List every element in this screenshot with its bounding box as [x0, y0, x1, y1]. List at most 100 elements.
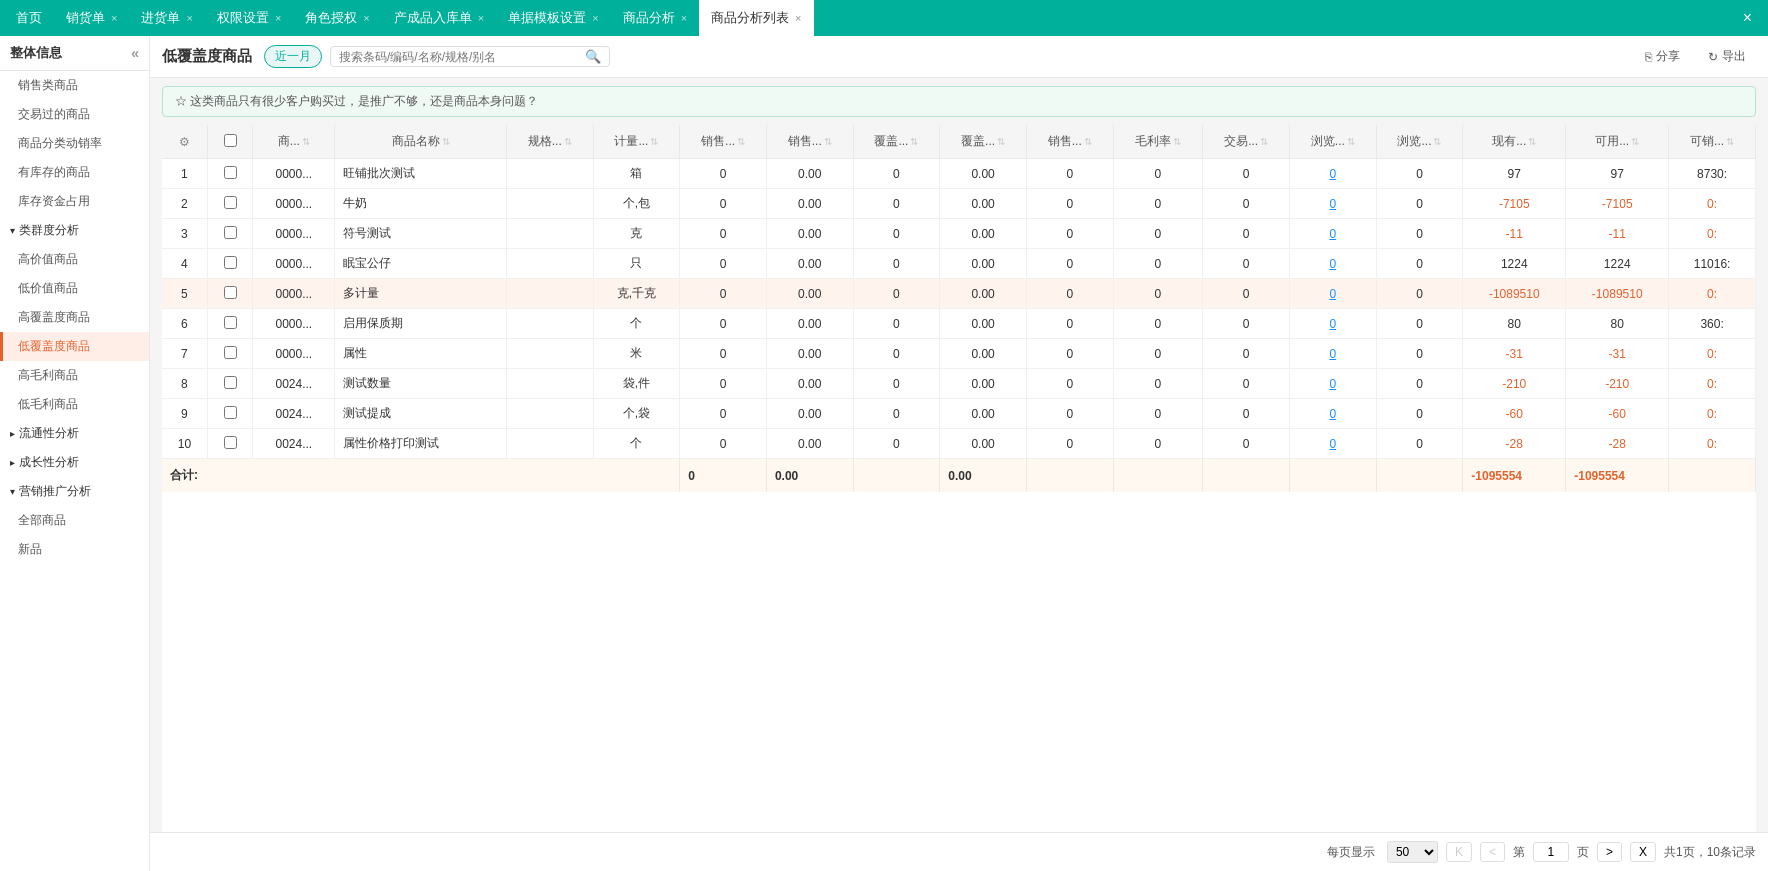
col-gross-rate[interactable]: 毛利率⇅: [1113, 125, 1203, 159]
sidebar-group-growth[interactable]: ▸ 成长性分析: [0, 448, 149, 477]
row-index: 8: [162, 369, 207, 399]
table-row: 7 0000... 属性 米 0 0.00 0 0.00 0 0 0 0 0 -…: [162, 339, 1756, 369]
row-checkbox[interactable]: [207, 249, 253, 279]
row-checkbox[interactable]: [207, 429, 253, 459]
sidebar-item-sales-products[interactable]: 销售类商品: [0, 71, 149, 100]
row-checkbox[interactable]: [207, 189, 253, 219]
col-sales-qty[interactable]: 销售...⇅: [680, 125, 767, 159]
col-available[interactable]: 可用...⇅: [1566, 125, 1669, 159]
row-browse1[interactable]: 0: [1289, 429, 1376, 459]
export-button[interactable]: ↻ 导出: [1698, 44, 1756, 69]
prev-page-button[interactable]: <: [1480, 842, 1505, 862]
col-unit[interactable]: 计量...⇅: [593, 125, 680, 159]
col-current[interactable]: 现有...⇅: [1463, 125, 1566, 159]
sidebar-item-high-value[interactable]: 高价值商品: [0, 245, 149, 274]
last-page-button[interactable]: X: [1630, 842, 1656, 862]
col-settings[interactable]: ⚙: [162, 125, 207, 159]
row-checkbox[interactable]: [207, 339, 253, 369]
col-sales3[interactable]: 销售...⇅: [1026, 125, 1113, 159]
nav-product-in[interactable]: 产成品入库单 ×: [382, 0, 496, 36]
nav-product-analysis-list[interactable]: 商品分析列表 ×: [699, 0, 813, 36]
row-checkbox[interactable]: [207, 399, 253, 429]
sidebar-group-flow[interactable]: ▸ 流通性分析: [0, 419, 149, 448]
col-sellable[interactable]: 可销...⇅: [1669, 125, 1756, 159]
row-checkbox[interactable]: [207, 369, 253, 399]
nav-template[interactable]: 单据模板设置 ×: [496, 0, 610, 36]
close-icon[interactable]: ×: [795, 12, 801, 24]
col-browse2[interactable]: 浏览...⇅: [1376, 125, 1463, 159]
close-icon[interactable]: ×: [363, 12, 369, 24]
search-icon[interactable]: 🔍: [585, 49, 601, 64]
sidebar-item-high-coverage[interactable]: 高覆盖度商品: [0, 303, 149, 332]
first-page-button[interactable]: K: [1446, 842, 1472, 862]
page-size-select[interactable]: 50 10 20 100: [1387, 841, 1438, 863]
sidebar-toggle-button[interactable]: «: [131, 45, 139, 61]
search-input[interactable]: [339, 50, 585, 64]
sidebar-item-low-coverage[interactable]: 低覆盖度商品: [0, 332, 149, 361]
nav-home[interactable]: 首页: [4, 0, 54, 36]
sidebar-item-low-value[interactable]: 低价值商品: [0, 274, 149, 303]
close-icon[interactable]: ×: [478, 12, 484, 24]
col-spec[interactable]: 规格...⇅: [506, 125, 593, 159]
row-current: -31: [1463, 339, 1566, 369]
date-filter-button[interactable]: 近一月: [264, 45, 322, 68]
row-checkbox[interactable]: [207, 279, 253, 309]
close-icon[interactable]: ×: [592, 12, 598, 24]
row-code: 0000...: [253, 219, 335, 249]
close-icon[interactable]: ×: [111, 12, 117, 24]
row-browse1[interactable]: 0: [1289, 339, 1376, 369]
select-all-checkbox[interactable]: [224, 134, 237, 147]
row-cover2: 0.00: [940, 429, 1027, 459]
row-browse1[interactable]: 0: [1289, 189, 1376, 219]
row-checkbox[interactable]: [207, 159, 253, 189]
row-spec: [506, 219, 593, 249]
col-code[interactable]: 商...⇅: [253, 125, 335, 159]
sidebar-item-traded-products[interactable]: 交易过的商品: [0, 100, 149, 129]
row-browse1[interactable]: 0: [1289, 309, 1376, 339]
sidebar-item-capital[interactable]: 库存资金占用: [0, 187, 149, 216]
sidebar-item-new-products[interactable]: 新品: [0, 535, 149, 564]
page-number-input[interactable]: [1533, 842, 1569, 862]
sum-label: 合计:: [162, 459, 680, 493]
sidebar-item-all-products[interactable]: 全部商品: [0, 506, 149, 535]
chevron-down-icon: ▾: [10, 486, 15, 497]
row-current: -11: [1463, 219, 1566, 249]
close-icon[interactable]: ×: [681, 12, 687, 24]
row-browse1[interactable]: 0: [1289, 249, 1376, 279]
nav-permission[interactable]: 权限设置 ×: [205, 0, 293, 36]
row-browse1[interactable]: 0: [1289, 159, 1376, 189]
row-checkbox[interactable]: [207, 219, 253, 249]
col-cover2[interactable]: 覆盖...⇅: [940, 125, 1027, 159]
col-cover1[interactable]: 覆盖...⇅: [853, 125, 940, 159]
close-icon[interactable]: ×: [275, 12, 281, 24]
col-trade[interactable]: 交易...⇅: [1203, 125, 1290, 159]
nav-sales[interactable]: 销货单 ×: [54, 0, 129, 36]
sidebar-item-stocked[interactable]: 有库存的商品: [0, 158, 149, 187]
col-sales-amt[interactable]: 销售...⇅: [766, 125, 853, 159]
nav-purchase[interactable]: 进货单 ×: [129, 0, 204, 36]
sidebar-group-marketing[interactable]: ▾ 营销推广分析: [0, 477, 149, 506]
row-sales-qty: 0: [680, 399, 767, 429]
sidebar-item-category-rate[interactable]: 商品分类动销率: [0, 129, 149, 158]
row-sellable: 360:: [1669, 309, 1756, 339]
sidebar-item-high-gross[interactable]: 高毛利商品: [0, 361, 149, 390]
row-sales3: 0: [1026, 399, 1113, 429]
sidebar-item-low-gross[interactable]: 低毛利商品: [0, 390, 149, 419]
row-browse1[interactable]: 0: [1289, 279, 1376, 309]
next-page-button[interactable]: >: [1597, 842, 1622, 862]
row-unit: 只: [593, 249, 680, 279]
row-browse1[interactable]: 0: [1289, 369, 1376, 399]
sum-browse1: [1289, 459, 1376, 493]
row-browse1[interactable]: 0: [1289, 219, 1376, 249]
nav-role[interactable]: 角色授权 ×: [293, 0, 381, 36]
share-button[interactable]: ⎘ 分享: [1635, 44, 1690, 69]
row-checkbox[interactable]: [207, 309, 253, 339]
sidebar-group-cluster[interactable]: ▾ 类群度分析: [0, 216, 149, 245]
row-gross-rate: 0: [1113, 189, 1203, 219]
col-browse1[interactable]: 浏览...⇅: [1289, 125, 1376, 159]
close-all-button[interactable]: ×: [1731, 9, 1764, 27]
col-name[interactable]: 商品名称⇅: [335, 125, 507, 159]
nav-product-analysis[interactable]: 商品分析 ×: [611, 0, 699, 36]
close-icon[interactable]: ×: [186, 12, 192, 24]
row-browse1[interactable]: 0: [1289, 399, 1376, 429]
